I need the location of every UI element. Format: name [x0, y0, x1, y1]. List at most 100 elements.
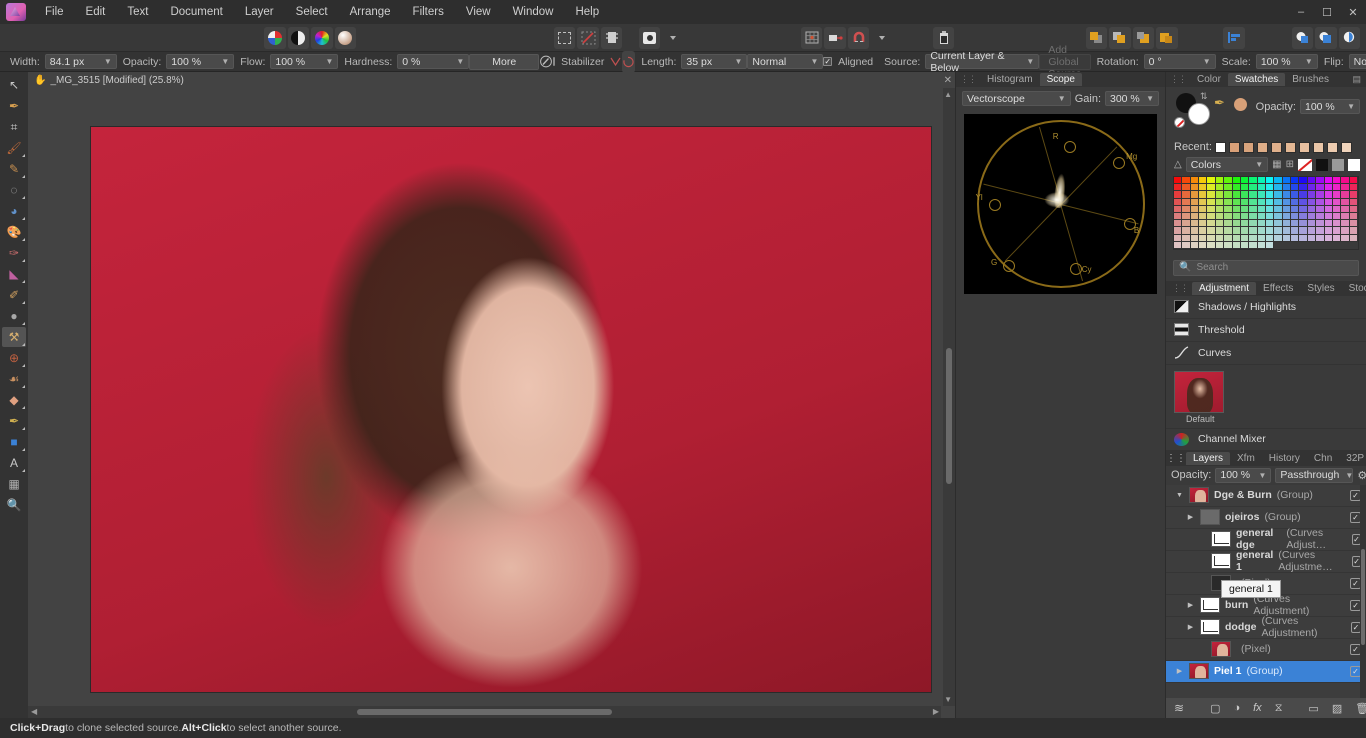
recent-swatch[interactable] [1242, 141, 1254, 153]
palette-swatch[interactable] [1249, 241, 1258, 249]
palette-swatch[interactable] [1265, 205, 1275, 213]
width-input[interactable]: 84.1 px ▼ [44, 54, 117, 69]
palette-swatch[interactable] [1282, 198, 1292, 206]
palette-swatch[interactable] [1349, 184, 1358, 192]
palette-swatch[interactable] [1190, 205, 1200, 213]
retouch-tool[interactable]: ✎ [2, 159, 26, 179]
palette-swatch[interactable] [1182, 227, 1191, 235]
hardness-chevron-down-icon[interactable]: ▼ [450, 57, 464, 66]
close-button[interactable]: ✕ [1340, 6, 1366, 19]
tab-effects[interactable]: Effects [1256, 282, 1300, 295]
palette-swatch[interactable] [1316, 234, 1325, 242]
palette-swatch[interactable] [1274, 198, 1283, 206]
background-color-swatch[interactable] [1188, 103, 1210, 125]
palette-swatch[interactable] [1291, 191, 1300, 199]
battery-icon[interactable] [932, 26, 955, 49]
adjustment-layer-icon[interactable]: ◑ [1233, 702, 1240, 714]
palette-swatch[interactable] [1240, 205, 1250, 213]
boolean-intersect-icon[interactable] [1338, 26, 1361, 49]
palette-swatch[interactable] [1199, 191, 1208, 199]
palette-swatch[interactable] [1282, 212, 1292, 221]
palette-swatch[interactable] [1257, 220, 1266, 228]
chevron-right-icon[interactable]: ▶ [1186, 601, 1195, 609]
palette-swatch[interactable] [1224, 212, 1233, 221]
menu-item-text[interactable]: Text [116, 2, 159, 22]
palette-swatch[interactable] [1265, 177, 1275, 185]
brush-settings-icon[interactable] [539, 51, 553, 73]
pixel-brush-tool[interactable]: ✑ [2, 243, 26, 263]
panel-grip-icon[interactable]: ⋮⋮ [1166, 74, 1190, 85]
palette-swatch[interactable] [1282, 177, 1292, 185]
move-back-icon[interactable] [1109, 26, 1131, 49]
palette-swatch[interactable] [1224, 241, 1233, 249]
rotation-chevron-down-icon[interactable]: ▼ [1197, 57, 1211, 66]
flow-chevron-down-icon[interactable]: ▼ [319, 57, 333, 66]
palette-swatch[interactable] [1282, 234, 1292, 242]
palette-swatch[interactable] [1249, 198, 1258, 206]
palette-swatch[interactable] [1224, 198, 1233, 206]
palette-swatch[interactable] [1190, 198, 1200, 206]
elliptical-marquee-tool[interactable]: ◌ [2, 180, 26, 200]
palette-swatch[interactable] [1332, 184, 1342, 192]
recent-swatch[interactable] [1214, 141, 1226, 153]
palette-swatch[interactable] [1274, 227, 1283, 235]
adjustment-item-channel-mixer[interactable]: Channel Mixer [1166, 427, 1366, 451]
palette-swatch[interactable] [1232, 212, 1241, 221]
gear-icon[interactable]: ⚙ [1357, 469, 1366, 482]
clone-brush-tool[interactable]: ⚒ [2, 327, 26, 347]
grid-icon[interactable] [800, 26, 823, 49]
palette-swatch[interactable] [1349, 220, 1358, 228]
tab-xfm[interactable]: Xfm [1230, 452, 1262, 465]
layer-opacity-chevron-down-icon[interactable]: ▼ [1252, 471, 1266, 480]
palette-swatch[interactable] [1232, 241, 1241, 249]
recent-swatch[interactable] [1284, 141, 1296, 153]
palette-swatch[interactable] [1299, 177, 1308, 185]
palette-swatch[interactable] [1257, 234, 1266, 242]
black-swatch[interactable] [1316, 158, 1328, 171]
menu-item-select[interactable]: Select [285, 2, 339, 22]
adjustment-item-shadows-highlights[interactable]: Shadows / Highlights [1166, 296, 1366, 319]
palette-swatch[interactable] [1316, 220, 1325, 228]
color-wheel-split-icon[interactable] [264, 26, 286, 49]
palette-swatch[interactable] [1332, 205, 1342, 213]
palette-swatch[interactable] [1249, 205, 1258, 213]
minimize-button[interactable]: – [1288, 6, 1314, 19]
palette-swatch[interactable] [1232, 184, 1241, 192]
palette-swatch[interactable] [1190, 234, 1200, 242]
magnet-options-chevron-down-icon[interactable] [871, 27, 893, 49]
rope-stabilizer-icon[interactable] [609, 51, 622, 73]
palette-swatch[interactable] [1215, 234, 1225, 242]
palette-swatch[interactable] [1182, 220, 1191, 228]
swap-colors-icon[interactable]: ⇅ [1200, 91, 1208, 102]
scope-mode-select[interactable]: Vectorscope ▼ [962, 91, 1071, 106]
palette-swatch[interactable] [1307, 198, 1317, 206]
gain-chevron-down-icon[interactable]: ▼ [1140, 94, 1154, 103]
palette-swatch[interactable] [1174, 234, 1183, 242]
opacity-chevron-down-icon[interactable]: ▼ [215, 57, 229, 66]
palette-swatch[interactable] [1199, 212, 1208, 221]
document-tab-close-icon[interactable]: ✕ [934, 75, 952, 86]
palette-swatch[interactable] [1199, 205, 1208, 213]
tab-histogram[interactable]: Histogram [980, 73, 1040, 86]
scale-chevron-down-icon[interactable]: ▼ [1299, 57, 1313, 66]
palette-swatch[interactable] [1182, 198, 1191, 206]
palette-swatch[interactable] [1349, 227, 1358, 235]
canvas-vertical-scrollbar[interactable] [943, 88, 955, 706]
tab-color[interactable]: Color [1190, 73, 1228, 86]
palette-swatch[interactable] [1291, 212, 1300, 221]
zoom-tool[interactable]: 🔍 [2, 495, 26, 515]
palette-swatch[interactable] [1341, 234, 1350, 242]
palette-swatch[interactable] [1199, 220, 1208, 228]
palette-swatch[interactable] [1190, 220, 1200, 228]
maximize-button[interactable]: ☐ [1314, 6, 1340, 19]
scroll-up-arrow-icon[interactable]: ▲ [944, 90, 952, 99]
palette-swatch[interactable] [1182, 212, 1191, 221]
blur-brush-tool[interactable]: ● [2, 306, 26, 326]
palette-swatch[interactable] [1282, 227, 1292, 235]
palette-swatch[interactable] [1199, 184, 1208, 192]
menu-item-help[interactable]: Help [564, 2, 610, 22]
layer-row[interactable]: general dge (Curves Adjust… ✓ [1166, 527, 1366, 551]
palette-swatch[interactable] [1349, 212, 1358, 221]
palette-swatch[interactable] [1324, 212, 1333, 221]
palette-swatch[interactable] [1199, 227, 1208, 235]
